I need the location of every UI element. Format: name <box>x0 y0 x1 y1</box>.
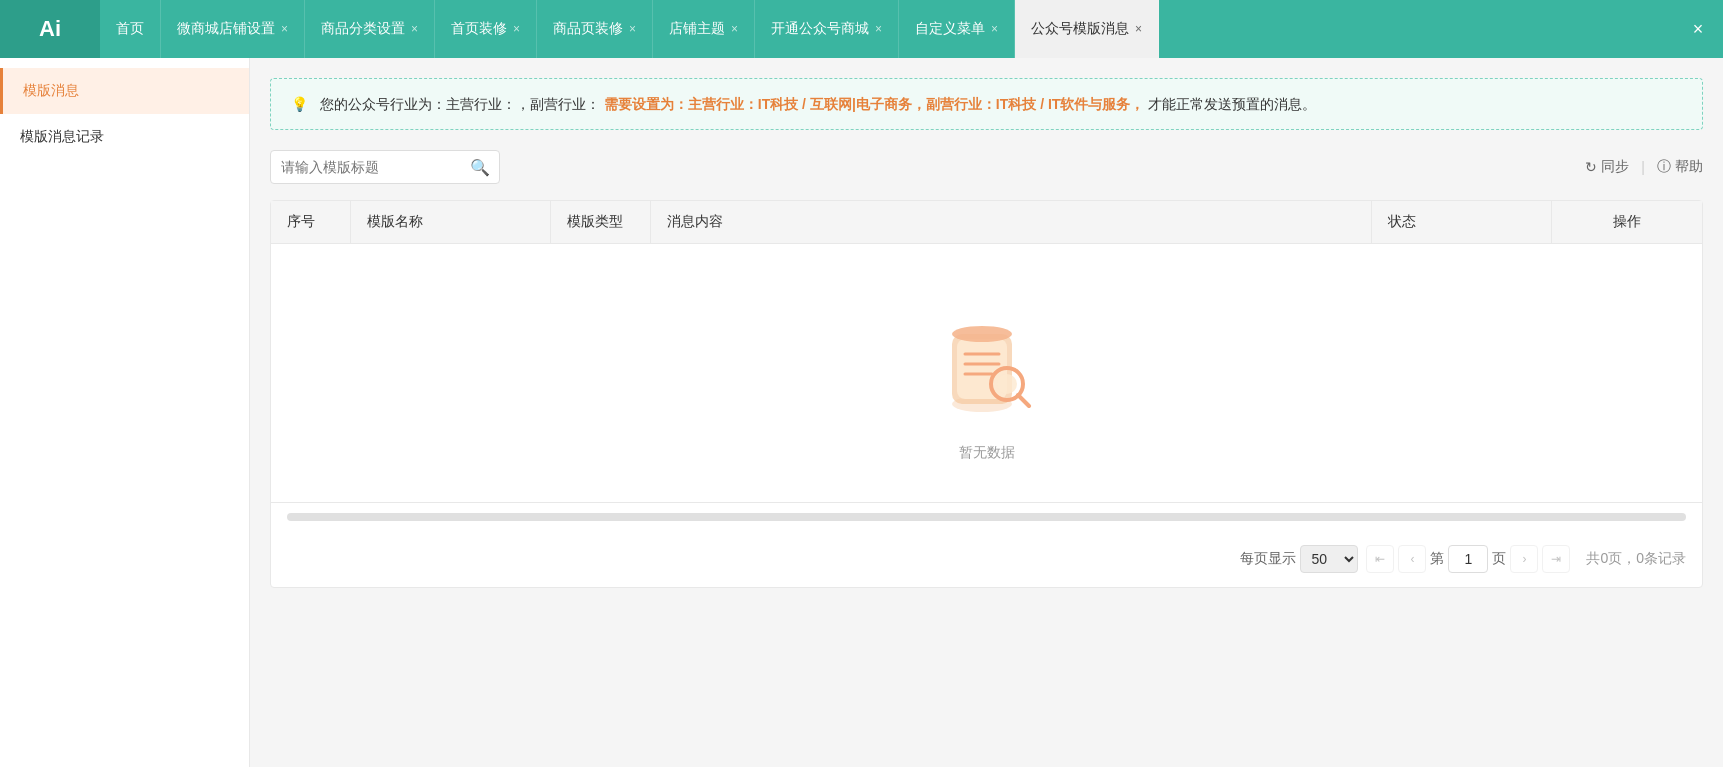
sync-button[interactable]: ↻ 同步 <box>1585 158 1629 176</box>
global-close-button[interactable]: × <box>1673 0 1723 58</box>
help-button[interactable]: ⓘ 帮助 <box>1657 158 1703 176</box>
sidebar-item-template-msg[interactable]: 模版消息 <box>0 68 249 114</box>
table-header: 序号模版名称模版类型消息内容状态操作 <box>271 201 1702 244</box>
main-layout: 模版消息模版消息记录 💡 您的公众号行业为：主营行业：，副营行业： 需要设置为：… <box>0 58 1723 767</box>
search-input-wrap: 🔍 <box>270 150 500 184</box>
pagination: 每页显示 50 20 100 ⇤ ‹ 第 页 › ⇥ 共0页，0条记录 <box>271 531 1702 587</box>
sync-icon: ↻ <box>1585 159 1597 175</box>
page-before-label: 第 <box>1430 550 1444 568</box>
tab-label: 公众号模版消息 <box>1031 20 1129 38</box>
search-bar: 🔍 ↻ 同步 | ⓘ 帮助 <box>270 150 1703 184</box>
page-controls: ⇤ ‹ 第 页 › ⇥ <box>1366 545 1570 573</box>
tab-store-settings[interactable]: 微商城店铺设置 × <box>161 0 305 58</box>
scrollbar-track[interactable] <box>287 513 1686 521</box>
tab-label: 首页 <box>116 20 144 38</box>
prev-page-button[interactable]: ‹ <box>1398 545 1426 573</box>
svg-line-9 <box>1018 395 1029 406</box>
empty-icon <box>927 304 1047 424</box>
svg-point-8 <box>997 374 1017 394</box>
toolbar-divider: | <box>1641 159 1645 175</box>
th-seq: 序号 <box>271 201 351 243</box>
th-status: 状态 <box>1372 201 1552 243</box>
content-area: 💡 您的公众号行业为：主营行业：，副营行业： 需要设置为：主营行业：IT科技 /… <box>250 58 1723 767</box>
help-label: 帮助 <box>1675 158 1703 176</box>
search-bar-right: ↻ 同步 | ⓘ 帮助 <box>1585 158 1703 176</box>
help-icon: ⓘ <box>1657 158 1671 176</box>
scrollbar-area <box>271 502 1702 531</box>
tab-template-msg[interactable]: 公众号模版消息 × <box>1015 0 1159 58</box>
th-type: 模版类型 <box>551 201 651 243</box>
tab-close-button[interactable]: × <box>731 22 738 36</box>
bulb-icon: 💡 <box>291 96 308 112</box>
sidebar: 模版消息模版消息记录 <box>0 58 250 767</box>
svg-point-6 <box>952 326 1012 342</box>
top-nav: Ai 首页微商城店铺设置×商品分类设置×首页装修×商品页装修×店铺主题×开通公众… <box>0 0 1723 58</box>
tab-product-decor[interactable]: 商品页装修 × <box>537 0 653 58</box>
tab-bar: 首页微商城店铺设置×商品分类设置×首页装修×商品页装修×店铺主题×开通公众号商城… <box>100 0 1673 58</box>
per-page-select[interactable]: 50 20 100 <box>1300 545 1358 573</box>
tab-store-theme[interactable]: 店铺主题 × <box>653 0 755 58</box>
first-page-button[interactable]: ⇤ <box>1366 545 1394 573</box>
empty-state: 暂无数据 <box>271 244 1702 502</box>
page-after-label: 页 <box>1492 550 1506 568</box>
logo: Ai <box>0 0 100 58</box>
tab-label: 自定义菜单 <box>915 20 985 38</box>
tab-label: 首页装修 <box>451 20 507 38</box>
tab-close-button[interactable]: × <box>629 22 636 36</box>
tab-label: 店铺主题 <box>669 20 725 38</box>
total-info: 共0页，0条记录 <box>1586 550 1686 568</box>
th-content: 消息内容 <box>651 201 1372 243</box>
tab-close-button[interactable]: × <box>513 22 520 36</box>
search-input[interactable] <box>270 150 500 184</box>
tab-label: 商品页装修 <box>553 20 623 38</box>
tab-close-button[interactable]: × <box>1135 22 1142 36</box>
last-page-button[interactable]: ⇥ <box>1542 545 1570 573</box>
sidebar-item-label: 模版消息 <box>23 82 79 98</box>
notice-highlight: 需要设置为：主营行业：IT科技 / 互联网|电子商务，副营行业：IT科技 / I… <box>604 96 1145 112</box>
tab-label: 开通公众号商城 <box>771 20 869 38</box>
tab-label: 微商城店铺设置 <box>177 20 275 38</box>
notice-banner: 💡 您的公众号行业为：主营行业：，副营行业： 需要设置为：主营行业：IT科技 /… <box>270 78 1703 130</box>
tab-home[interactable]: 首页 <box>100 0 161 58</box>
sync-label: 同步 <box>1601 158 1629 176</box>
tab-label: 商品分类设置 <box>321 20 405 38</box>
notice-text2: 才能正常发送预置的消息。 <box>1148 96 1316 112</box>
per-page-label: 每页显示 <box>1240 550 1296 568</box>
page-size-select: 每页显示 50 20 100 <box>1240 545 1358 573</box>
table-container: 序号模版名称模版类型消息内容状态操作 <box>270 200 1703 588</box>
tab-close-button[interactable]: × <box>991 22 998 36</box>
empty-text: 暂无数据 <box>959 444 1015 462</box>
sidebar-item-label: 模版消息记录 <box>20 128 104 144</box>
tab-custom-menu[interactable]: 自定义菜单 × <box>899 0 1015 58</box>
current-page-input[interactable] <box>1448 545 1488 573</box>
next-page-button[interactable]: › <box>1510 545 1538 573</box>
tab-open-mall[interactable]: 开通公众号商城 × <box>755 0 899 58</box>
tab-close-button[interactable]: × <box>411 22 418 36</box>
search-icon[interactable]: 🔍 <box>470 158 490 177</box>
th-action: 操作 <box>1552 201 1702 243</box>
search-bar-left: 🔍 <box>270 150 500 184</box>
tab-homepage-decor[interactable]: 首页装修 × <box>435 0 537 58</box>
th-name: 模版名称 <box>351 201 551 243</box>
tab-close-button[interactable]: × <box>875 22 882 36</box>
tab-close-button[interactable]: × <box>281 22 288 36</box>
sidebar-item-template-msg-records[interactable]: 模版消息记录 <box>0 114 249 160</box>
tab-category-settings[interactable]: 商品分类设置 × <box>305 0 435 58</box>
notice-text1: 您的公众号行业为：主营行业：，副营行业： <box>320 96 600 112</box>
